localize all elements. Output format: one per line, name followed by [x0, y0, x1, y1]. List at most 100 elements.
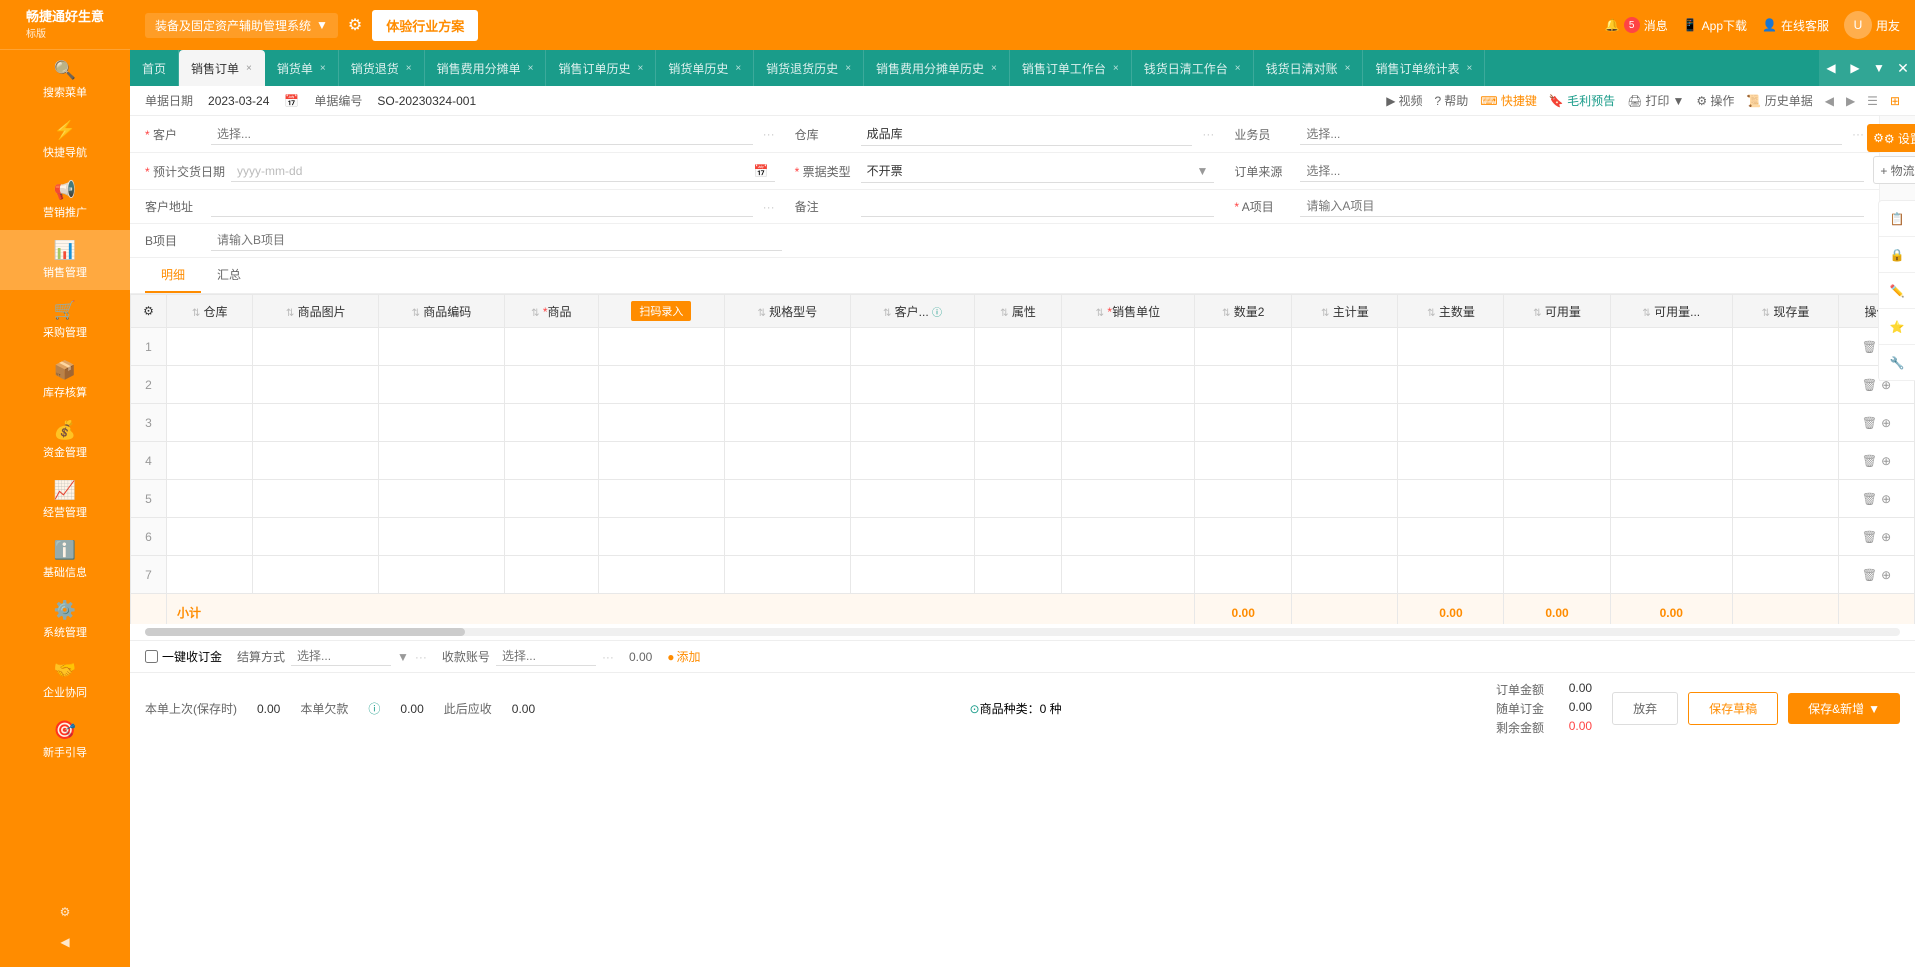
b-project-input[interactable] — [211, 230, 782, 251]
tab-close-icon[interactable]: × — [735, 63, 741, 74]
one-click-payment-label[interactable]: 一键收订金 — [145, 648, 222, 665]
col-settings[interactable]: ⚙ — [131, 295, 167, 328]
save-draft-button[interactable]: 保存草稿 — [1688, 692, 1778, 725]
sidebar-item-sales[interactable]: 📊 销售管理 — [0, 230, 130, 290]
system-name-display[interactable]: 装备及固定资产辅助管理系统 ▼ — [145, 13, 338, 38]
tab-sales-invoice[interactable]: 销货单 × — [265, 50, 339, 86]
sidebar-item-tutorial[interactable]: 🎯 新手引导 — [0, 710, 130, 770]
account-more-icon[interactable]: ··· — [602, 650, 614, 664]
solution-button[interactable]: 体验行业方案 — [372, 10, 478, 41]
copy-row-icon[interactable]: ⊕ — [1881, 454, 1891, 468]
copy-row-icon[interactable]: ⊕ — [1881, 530, 1891, 544]
calendar-icon[interactable]: 📅 — [284, 94, 299, 108]
row-main-unit[interactable] — [1292, 328, 1398, 366]
tabbar-prev-btn[interactable]: ◀ — [1819, 50, 1843, 86]
sidebar-item-collaboration[interactable]: 🤝 企业协同 — [0, 650, 130, 710]
tab-close-icon[interactable]: × — [991, 63, 997, 74]
grid-view-icon[interactable]: ⊞ — [1890, 94, 1900, 108]
tab-close-icon[interactable]: × — [637, 63, 643, 74]
a-project-input[interactable] — [1300, 196, 1864, 217]
sidebar-item-basic-info[interactable]: ℹ️ 基础信息 — [0, 530, 130, 590]
shortcut-btn[interactable]: ⌨ 快捷键 — [1480, 92, 1537, 109]
right-panel-edit-icon[interactable]: ✏️ — [1879, 273, 1915, 309]
address-input[interactable] — [211, 196, 753, 217]
tab-close-icon[interactable]: × — [1345, 63, 1351, 74]
page-next-icon[interactable]: ▶ — [1846, 94, 1855, 108]
tab-close-icon[interactable]: × — [1466, 63, 1472, 74]
scan-input-btn[interactable]: 扫码录入 — [631, 301, 691, 321]
tab-expense-split[interactable]: 销售费用分摊单 × — [425, 50, 547, 86]
delete-row-icon[interactable]: 🗑 — [1862, 530, 1877, 544]
tabbar-next-btn[interactable]: ▶ — [1843, 50, 1867, 86]
profit-btn[interactable]: 🔖 毛利预告 — [1549, 92, 1615, 109]
tabbar-menu-btn[interactable]: ▼ — [1867, 50, 1891, 86]
delete-row-icon[interactable]: 🗑 — [1862, 340, 1877, 354]
col-code[interactable]: ⇅ 商品编码 — [379, 295, 505, 328]
discard-button[interactable]: 放弃 — [1612, 692, 1678, 725]
row-image[interactable] — [253, 328, 379, 366]
delete-row-icon[interactable]: 🗑 — [1862, 568, 1877, 582]
video-btn[interactable]: ▶ 视频 — [1386, 92, 1422, 109]
scrollbar-thumb[interactable] — [145, 628, 465, 636]
sidebar-item-marketing[interactable]: 📢 营销推广 — [0, 170, 130, 230]
invoice-type-select[interactable]: 不开票 ▼ — [861, 159, 1215, 183]
row-spec[interactable] — [724, 328, 850, 366]
col-unit[interactable]: ⇅ *销售单位 — [1061, 295, 1194, 328]
warehouse-value[interactable]: 成品库 — [861, 122, 1193, 146]
payment-dropdown-icon[interactable]: ▼ — [397, 650, 409, 664]
right-panel-clipboard-icon[interactable]: 📋 — [1879, 201, 1915, 237]
copy-row-icon[interactable]: ⊕ — [1881, 416, 1891, 430]
col-spec[interactable]: ⇅ 规格型号 — [724, 295, 850, 328]
sidebar-item-operations[interactable]: 📈 经营管理 — [0, 470, 130, 530]
address-more-icon[interactable]: ··· — [763, 200, 775, 214]
operation-btn[interactable]: ⚙ 操作 — [1696, 92, 1734, 109]
online-service-item[interactable]: 👤 在线客服 — [1762, 17, 1829, 34]
tab-reconcile[interactable]: 钱货日清对账 × — [1254, 50, 1364, 86]
row-scan[interactable] — [598, 328, 724, 366]
col-main-unit[interactable]: ⇅ 主计量 — [1292, 295, 1398, 328]
page-prev-icon[interactable]: ◀ — [1825, 94, 1834, 108]
col-image[interactable]: ⇅ 商品图片 — [253, 295, 379, 328]
row-available2[interactable] — [1610, 328, 1732, 366]
row-customer-code[interactable] — [850, 328, 975, 366]
copy-row-icon[interactable]: ⊕ — [1881, 568, 1891, 582]
col-main-qty[interactable]: ⇅ 主数量 — [1398, 295, 1504, 328]
topbar-settings-icon[interactable]: ⚙ — [348, 15, 362, 35]
col-product[interactable]: ⇅ *商品 — [504, 295, 598, 328]
tab-detail[interactable]: 明细 — [145, 258, 201, 293]
tab-close-icon[interactable]: × — [1235, 63, 1241, 74]
row-warehouse[interactable] — [167, 366, 253, 404]
help-btn[interactable]: ? 帮助 — [1435, 92, 1469, 109]
sidebar-item-search[interactable]: 🔍 搜索菜单 — [0, 50, 130, 110]
current-debt-info-icon[interactable]: ⓘ — [368, 700, 380, 717]
delete-row-icon[interactable]: 🗑 — [1862, 378, 1877, 392]
tab-invoice-history[interactable]: 销货单历史 × — [656, 50, 754, 86]
tabbar-close-all-btn[interactable]: ✕ — [1891, 50, 1915, 86]
sidebar-item-quick-nav[interactable]: ⚡ 快捷导航 — [0, 110, 130, 170]
tab-close-icon[interactable]: × — [320, 63, 326, 74]
note-input[interactable] — [861, 196, 1215, 217]
right-panel-star-icon[interactable]: ⭐ — [1879, 309, 1915, 345]
sidebar-item-system[interactable]: ⚙️ 系统管理 — [0, 590, 130, 650]
warehouse-more-icon[interactable]: ··· — [1202, 127, 1214, 141]
tab-order-history[interactable]: 销售订单历史 × — [546, 50, 656, 86]
tab-workbench[interactable]: 销售订单工作台 × — [1010, 50, 1132, 86]
salesperson-input[interactable] — [1300, 124, 1842, 145]
row-available[interactable] — [1504, 328, 1610, 366]
sidebar-item-purchase[interactable]: 🛒 采购管理 — [0, 290, 130, 350]
col-qty2[interactable]: ⇅ 数量2 — [1195, 295, 1292, 328]
right-panel-tool-icon[interactable]: 🔧 — [1879, 345, 1915, 381]
row-stock[interactable] — [1732, 328, 1838, 366]
tab-return-history[interactable]: 销货退货历史 × — [754, 50, 864, 86]
customer-more-icon[interactable]: ··· — [763, 127, 775, 141]
salesperson-more-icon[interactable]: ··· — [1852, 127, 1864, 141]
list-view-icon[interactable]: ☰ — [1867, 94, 1878, 108]
tab-close-icon[interactable]: × — [845, 63, 851, 74]
account-input[interactable] — [496, 647, 596, 666]
sidebar-item-finance[interactable]: 💰 资金管理 — [0, 410, 130, 470]
app-download-item[interactable]: 📱 App下载 — [1683, 17, 1747, 34]
payment-more-icon[interactable]: ··· — [415, 650, 427, 664]
tab-close-icon[interactable]: × — [528, 63, 534, 74]
settings-config-btn[interactable]: ⚙ ⚙ 设置 — [1867, 124, 1915, 152]
tab-summary[interactable]: 汇总 — [201, 258, 257, 293]
